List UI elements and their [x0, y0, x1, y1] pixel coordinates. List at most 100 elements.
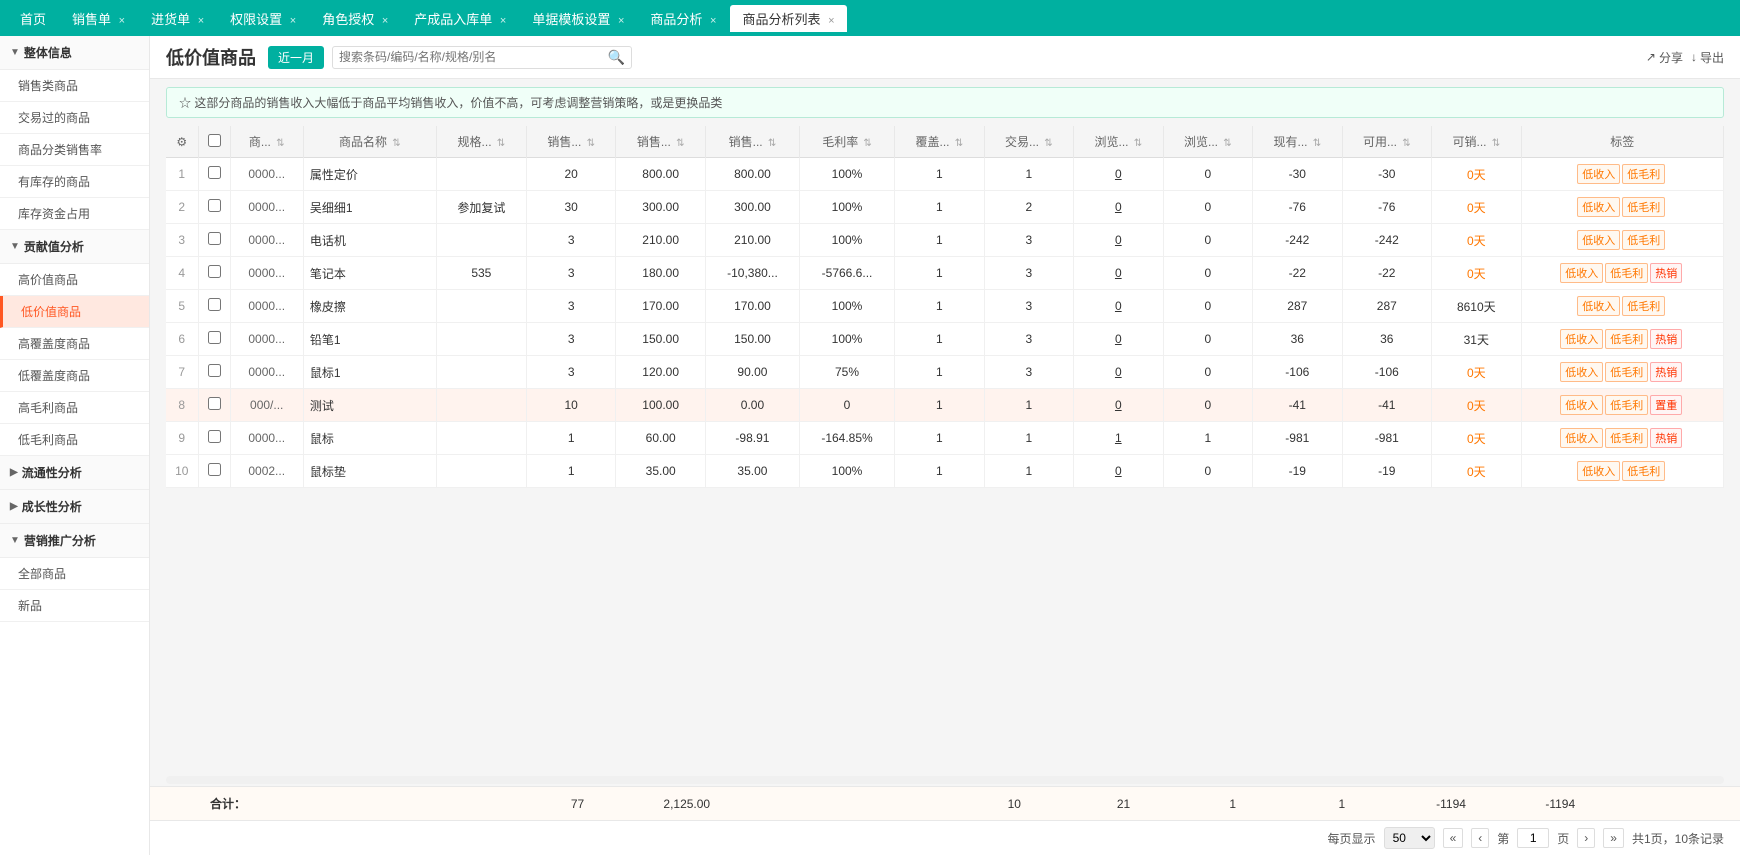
- page-size-select[interactable]: 10 20 50 100: [1384, 827, 1435, 849]
- cell-checkbox[interactable]: [198, 191, 230, 224]
- cell-checkbox[interactable]: [198, 356, 230, 389]
- views1-link[interactable]: 0: [1115, 464, 1122, 478]
- nav-permissions[interactable]: 权限设置 ×: [218, 5, 308, 32]
- col-saleable[interactable]: 可销... ⇅: [1432, 126, 1522, 158]
- export-button[interactable]: ↓ 导出: [1691, 49, 1724, 66]
- cell-views1[interactable]: 0: [1074, 290, 1164, 323]
- nav-purchase[interactable]: 进货单 ×: [139, 5, 216, 32]
- share-button[interactable]: ↗ 分享: [1646, 49, 1683, 66]
- nav-inventory[interactable]: 产成品入库单 ×: [402, 5, 518, 32]
- cell-views1[interactable]: 1: [1074, 422, 1164, 455]
- views1-link[interactable]: 0: [1115, 398, 1122, 412]
- row-checkbox-6[interactable]: [208, 364, 221, 377]
- views1-link[interactable]: 0: [1115, 266, 1122, 280]
- row-checkbox-3[interactable]: [208, 265, 221, 278]
- col-current[interactable]: 现有... ⇅: [1253, 126, 1343, 158]
- select-all-checkbox[interactable]: [208, 134, 221, 147]
- next-page-btn[interactable]: ›: [1577, 828, 1595, 848]
- sidebar-item-high-value[interactable]: 高价值商品: [0, 264, 149, 296]
- cell-checkbox[interactable]: [198, 257, 230, 290]
- cell-views1[interactable]: 0: [1074, 389, 1164, 422]
- last-page-btn[interactable]: »: [1603, 828, 1624, 848]
- cell-views1[interactable]: 0: [1074, 158, 1164, 191]
- nav-analysis[interactable]: 商品分析 ×: [638, 5, 728, 32]
- col-checkbox-all[interactable]: [198, 126, 230, 158]
- sidebar-group-flow[interactable]: ▶ 流通性分析: [0, 456, 149, 490]
- sidebar-group-overall[interactable]: ▼ 整体信息: [0, 36, 149, 70]
- sidebar-item-low-margin[interactable]: 低毛利商品: [0, 424, 149, 456]
- sidebar-item-low-value[interactable]: 低价值商品: [0, 296, 149, 328]
- sidebar-item-low-coverage[interactable]: 低覆盖度商品: [0, 360, 149, 392]
- cell-views1[interactable]: 0: [1074, 191, 1164, 224]
- views1-link[interactable]: 0: [1115, 365, 1122, 379]
- row-checkbox-8[interactable]: [208, 430, 221, 443]
- prev-page-btn[interactable]: ‹: [1471, 828, 1489, 848]
- cell-sales-price: 0.00: [705, 389, 799, 422]
- cell-views1[interactable]: 0: [1074, 323, 1164, 356]
- sidebar-item-all-goods[interactable]: 全部商品: [0, 558, 149, 590]
- row-checkbox-9[interactable]: [208, 463, 221, 476]
- cell-checkbox[interactable]: [198, 323, 230, 356]
- sidebar-item-high-coverage[interactable]: 高覆盖度商品: [0, 328, 149, 360]
- views1-link[interactable]: 0: [1115, 332, 1122, 346]
- cell-checkbox[interactable]: [198, 158, 230, 191]
- sidebar-item-inventory-goods[interactable]: 有库存的商品: [0, 166, 149, 198]
- horizontal-scrollbar[interactable]: [166, 776, 1724, 784]
- nav-sales[interactable]: 销售单 ×: [60, 5, 137, 32]
- cell-checkbox[interactable]: [198, 389, 230, 422]
- search-input[interactable]: [339, 50, 604, 64]
- row-checkbox-7[interactable]: [208, 397, 221, 410]
- views1-link[interactable]: 1: [1115, 431, 1122, 445]
- cell-checkbox[interactable]: [198, 422, 230, 455]
- sidebar-item-category-rate[interactable]: 商品分类销售率: [0, 134, 149, 166]
- cell-checkbox[interactable]: [198, 290, 230, 323]
- sidebar-group-marketing[interactable]: ▼ 营销推广分析: [0, 524, 149, 558]
- col-settings[interactable]: ⚙: [166, 126, 198, 158]
- col-margin[interactable]: 毛利率 ⇅: [799, 126, 894, 158]
- col-spec[interactable]: 规格... ⇅: [436, 126, 526, 158]
- nav-analysis-list[interactable]: 商品分析列表 ×: [730, 5, 846, 32]
- col-available[interactable]: 可用... ⇅: [1342, 126, 1432, 158]
- col-coverage[interactable]: 覆盖... ⇅: [895, 126, 985, 158]
- sidebar-item-traded[interactable]: 交易过的商品: [0, 102, 149, 134]
- cell-views1[interactable]: 0: [1074, 455, 1164, 488]
- col-views1[interactable]: 浏览... ⇅: [1074, 126, 1164, 158]
- col-sales-amt[interactable]: 销售... ⇅: [616, 126, 706, 158]
- cell-checkbox[interactable]: [198, 455, 230, 488]
- cell-tags: 低收入低毛利: [1521, 224, 1723, 257]
- cell-views1[interactable]: 0: [1074, 257, 1164, 290]
- cell-checkbox[interactable]: [198, 224, 230, 257]
- col-sales-qty[interactable]: 销售... ⇅: [526, 126, 616, 158]
- sidebar-item-sales-goods[interactable]: 销售类商品: [0, 70, 149, 102]
- page-input[interactable]: [1517, 828, 1549, 848]
- row-checkbox-4[interactable]: [208, 298, 221, 311]
- col-trade[interactable]: 交易... ⇅: [984, 126, 1074, 158]
- nav-roles[interactable]: 角色授权 ×: [310, 5, 400, 32]
- sidebar-group-contribution[interactable]: ▼ 贡献值分析: [0, 230, 149, 264]
- views1-link[interactable]: 0: [1115, 200, 1122, 214]
- sidebar-item-capital[interactable]: 库存资金占用: [0, 198, 149, 230]
- cell-name: 吴细细1: [303, 191, 436, 224]
- sidebar-item-new-goods[interactable]: 新品: [0, 590, 149, 622]
- totals-label: 合计：: [166, 795, 246, 812]
- nav-home[interactable]: 首页: [8, 5, 58, 32]
- row-checkbox-0[interactable]: [208, 166, 221, 179]
- sidebar-item-high-margin[interactable]: 高毛利商品: [0, 392, 149, 424]
- row-checkbox-2[interactable]: [208, 232, 221, 245]
- first-page-btn[interactable]: «: [1443, 828, 1464, 848]
- views1-link[interactable]: 0: [1115, 167, 1122, 181]
- row-checkbox-5[interactable]: [208, 331, 221, 344]
- col-sales-price[interactable]: 销售... ⇅: [705, 126, 799, 158]
- row-checkbox-1[interactable]: [208, 199, 221, 212]
- filter-recent-month[interactable]: 近一月: [268, 46, 324, 69]
- cell-tags: 低收入低毛利: [1521, 158, 1723, 191]
- nav-templates[interactable]: 单据模板设置 ×: [520, 5, 636, 32]
- col-code[interactable]: 商... ⇅: [230, 126, 303, 158]
- col-views2[interactable]: 浏览... ⇅: [1163, 126, 1253, 158]
- col-name[interactable]: 商品名称 ⇅: [303, 126, 436, 158]
- cell-views1[interactable]: 0: [1074, 224, 1164, 257]
- views1-link[interactable]: 0: [1115, 233, 1122, 247]
- views1-link[interactable]: 0: [1115, 299, 1122, 313]
- cell-views1[interactable]: 0: [1074, 356, 1164, 389]
- sidebar-group-growth[interactable]: ▶ 成长性分析: [0, 490, 149, 524]
